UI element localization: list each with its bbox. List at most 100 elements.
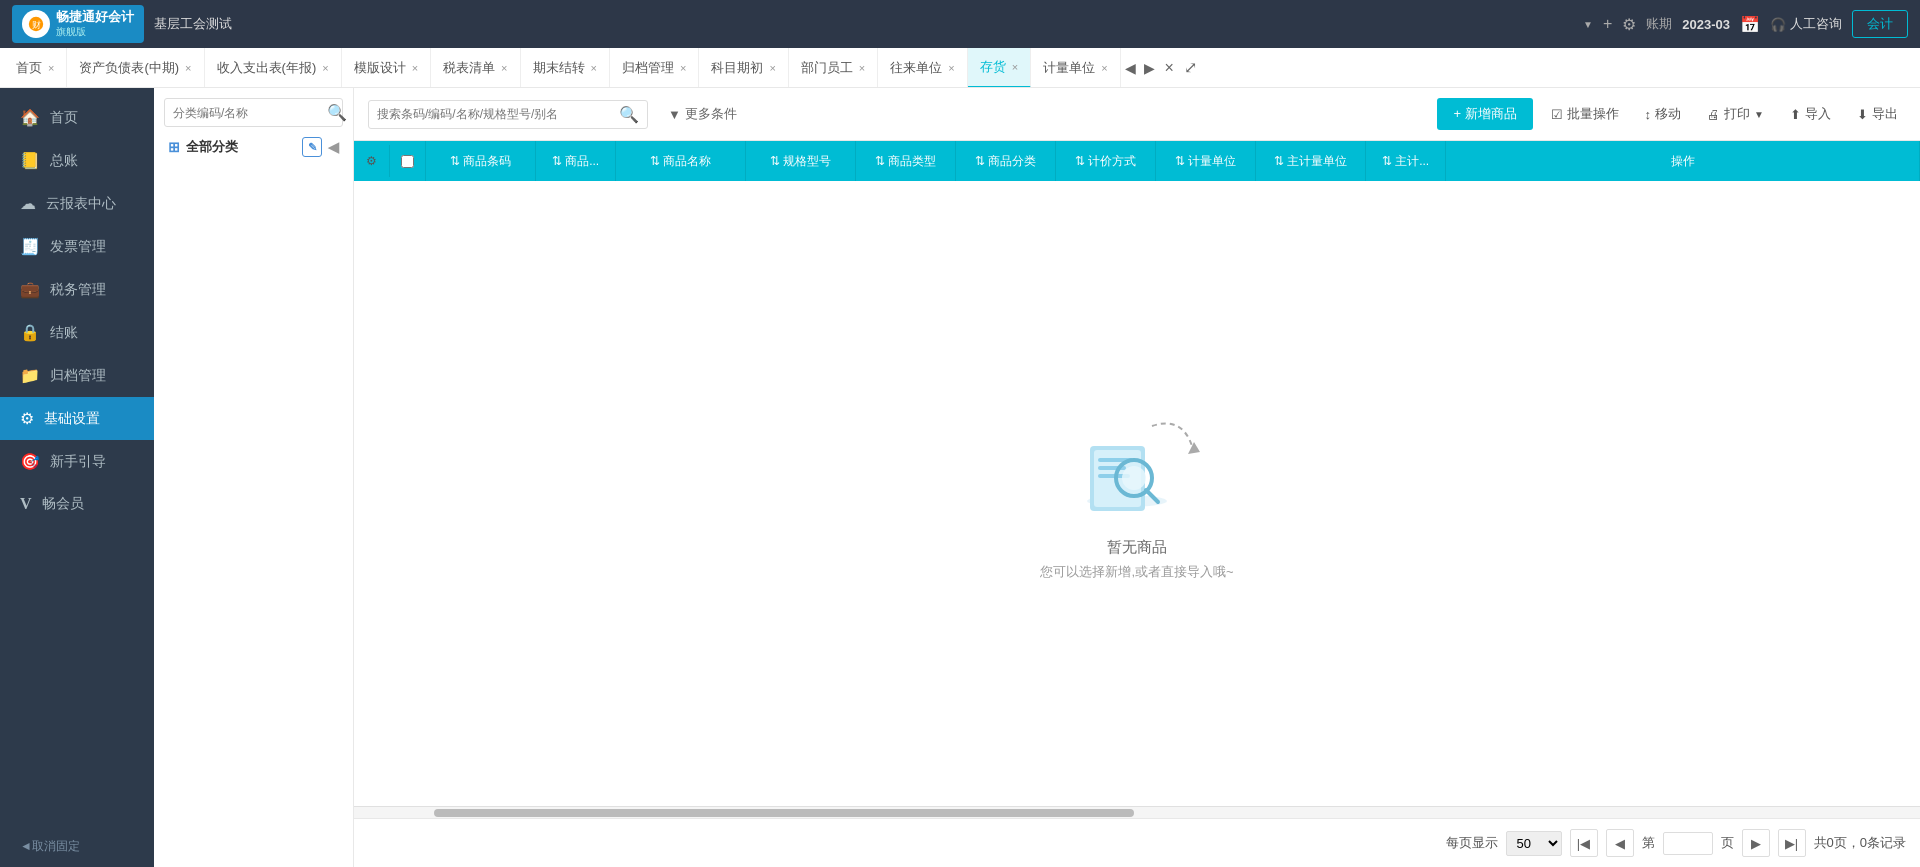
calendar-icon[interactable]: 📅 [1740, 15, 1760, 34]
th-type[interactable]: ⇅ 商品类型 [856, 141, 956, 181]
company-name: 基层工会测试 [154, 15, 1573, 33]
sidebar-item-member[interactable]: V 畅会员 [0, 483, 154, 525]
tab-nav-prev[interactable]: ◀ [1121, 60, 1140, 76]
tab-label: 首页 [16, 59, 42, 77]
th-category[interactable]: ⇅ 商品分类 [956, 141, 1056, 181]
select-all-checkbox[interactable] [401, 155, 414, 168]
category-search-icon[interactable]: 🔍 [327, 103, 347, 122]
tab-subject[interactable]: 科目期初 × [699, 48, 788, 88]
product-search-input[interactable] [377, 107, 619, 121]
table-checkbox-all[interactable] [390, 141, 426, 181]
table-settings-icon[interactable]: ⚙ [354, 145, 390, 177]
cancel-fixed-btn[interactable]: ◄取消固定 [0, 826, 154, 867]
sidebar-item-home[interactable]: 🏠 首页 [0, 96, 154, 139]
th-price-method[interactable]: ⇅ 计价方式 [1056, 141, 1156, 181]
tab-close-unit[interactable]: × [1101, 62, 1107, 74]
per-page-select[interactable]: 50 100 200 [1506, 831, 1562, 856]
archive-icon: 📁 [20, 366, 40, 385]
tab-dept[interactable]: 部门员工 × [789, 48, 878, 88]
tab-close-all[interactable]: × [1159, 59, 1180, 77]
sidebar-label-archive: 归档管理 [50, 367, 106, 385]
th-type-label: ⇅ 商品类型 [875, 153, 936, 170]
tab-archive[interactable]: 归档管理 × [610, 48, 699, 88]
tab-close-period-end[interactable]: × [591, 62, 597, 74]
tab-close-taxlist[interactable]: × [501, 62, 507, 74]
export-button[interactable]: ⬇ 导出 [1849, 100, 1906, 128]
move-button[interactable]: ↕ 移动 [1637, 100, 1690, 128]
th-main-unit[interactable]: ⇅ 主计量单位 [1256, 141, 1366, 181]
batch-label: 批量操作 [1567, 105, 1619, 123]
tab-contacts[interactable]: 往来单位 × [878, 48, 967, 88]
product-search-icon[interactable]: 🔍 [619, 105, 639, 124]
batch-button[interactable]: ☑ 批量操作 [1543, 100, 1627, 128]
sidebar-item-cloud[interactable]: ☁ 云报表中心 [0, 182, 154, 225]
th-name[interactable]: ⇅ 商品名称 [616, 141, 746, 181]
tab-close-balance[interactable]: × [185, 62, 191, 74]
sidebar-item-tax[interactable]: 💼 税务管理 [0, 268, 154, 311]
th-unit[interactable]: ⇅ 计量单位 [1156, 141, 1256, 181]
tab-taxlist[interactable]: 税表清单 × [431, 48, 520, 88]
sidebar-label-member: 畅会员 [42, 495, 84, 513]
tab-close-income[interactable]: × [322, 62, 328, 74]
cancel-fixed-label: ◄取消固定 [20, 838, 80, 855]
tab-expand[interactable]: ⤢ [1180, 58, 1201, 77]
tab-close-subject[interactable]: × [769, 62, 775, 74]
add-product-button[interactable]: + 新增商品 [1437, 98, 1532, 130]
page-next-btn[interactable]: ▶ [1742, 829, 1770, 857]
help-button[interactable]: 🎧 人工咨询 [1770, 15, 1842, 33]
settings-icon[interactable]: ⚙ [1622, 15, 1636, 34]
period-label: 账期 [1646, 15, 1672, 33]
print-dropdown-icon[interactable]: ▼ [1754, 109, 1764, 120]
tab-close-homepage[interactable]: × [48, 62, 54, 74]
grid-icon: ⊞ [168, 139, 180, 155]
account-button[interactable]: 会计 [1852, 10, 1908, 38]
tab-close-dept[interactable]: × [859, 62, 865, 74]
sidebar-item-guide[interactable]: 🎯 新手引导 [0, 440, 154, 483]
sidebar-item-settings[interactable]: ⚙ 基础设置 [0, 397, 154, 440]
tab-nav-next[interactable]: ▶ [1140, 60, 1159, 76]
tab-close-inventory[interactable]: × [1012, 61, 1018, 73]
page-prev-btn[interactable]: ◀ [1606, 829, 1634, 857]
page-last-btn[interactable]: ▶| [1778, 829, 1806, 857]
tab-close-archive[interactable]: × [680, 62, 686, 74]
tab-balance[interactable]: 资产负债表(中期) × [67, 48, 204, 88]
tab-template[interactable]: 模版设计 × [342, 48, 431, 88]
tab-label: 往来单位 [890, 59, 942, 77]
page-first-btn[interactable]: |◀ [1570, 829, 1598, 857]
sidebar-item-invoice[interactable]: 🧾 发票管理 [0, 225, 154, 268]
filter-button[interactable]: ▼ 更多条件 [658, 100, 747, 128]
th-main-count[interactable]: ⇅ 主计... [1366, 141, 1446, 181]
collapse-panel-icon[interactable]: ◀ [328, 139, 339, 155]
tab-close-template[interactable]: × [412, 62, 418, 74]
edit-category-icon[interactable]: ✎ [302, 137, 322, 157]
sidebar-item-ledger[interactable]: 📒 总账 [0, 139, 154, 182]
th-code[interactable]: ⇅ 商品... [536, 141, 616, 181]
invoice-icon: 🧾 [20, 237, 40, 256]
total-label: 共0页，0条记录 [1814, 834, 1906, 852]
sidebar-label-close: 结账 [50, 324, 78, 342]
category-search-input[interactable] [173, 106, 323, 120]
th-spec[interactable]: ⇅ 规格型号 [746, 141, 856, 181]
th-price-method-label: ⇅ 计价方式 [1075, 153, 1136, 170]
category-all-label[interactable]: 全部分类 [186, 138, 238, 156]
tab-unit[interactable]: 计量单位 × [1031, 48, 1120, 88]
th-barcode[interactable]: ⇅ 商品条码 [426, 141, 536, 181]
tab-income[interactable]: 收入支出表(年报) × [205, 48, 342, 88]
tab-inventory[interactable]: 存货 × [968, 48, 1031, 88]
add-tab-btn[interactable]: + [1603, 15, 1612, 33]
print-button[interactable]: 🖨 打印 ▼ [1699, 100, 1772, 128]
tab-close-contacts[interactable]: × [948, 62, 954, 74]
tab-period-end[interactable]: 期末结转 × [521, 48, 610, 88]
scrollbar-thumb[interactable] [434, 809, 1134, 817]
sidebar-label-settings: 基础设置 [44, 410, 100, 428]
filter-icon: ▼ [668, 107, 681, 122]
logo-area: 财 畅捷通好会计 旗舰版 [12, 5, 144, 43]
page-input[interactable]: 1 [1663, 832, 1713, 855]
company-dropdown-icon[interactable]: ▼ [1583, 19, 1593, 30]
sidebar-item-archive[interactable]: 📁 归档管理 [0, 354, 154, 397]
sidebar-item-close[interactable]: 🔒 结账 [0, 311, 154, 354]
empty-title: 暂无商品 [1107, 538, 1167, 557]
tab-homepage[interactable]: 首页 × [4, 48, 67, 88]
import-button[interactable]: ⬆ 导入 [1782, 100, 1839, 128]
svg-text:财: 财 [32, 20, 41, 30]
